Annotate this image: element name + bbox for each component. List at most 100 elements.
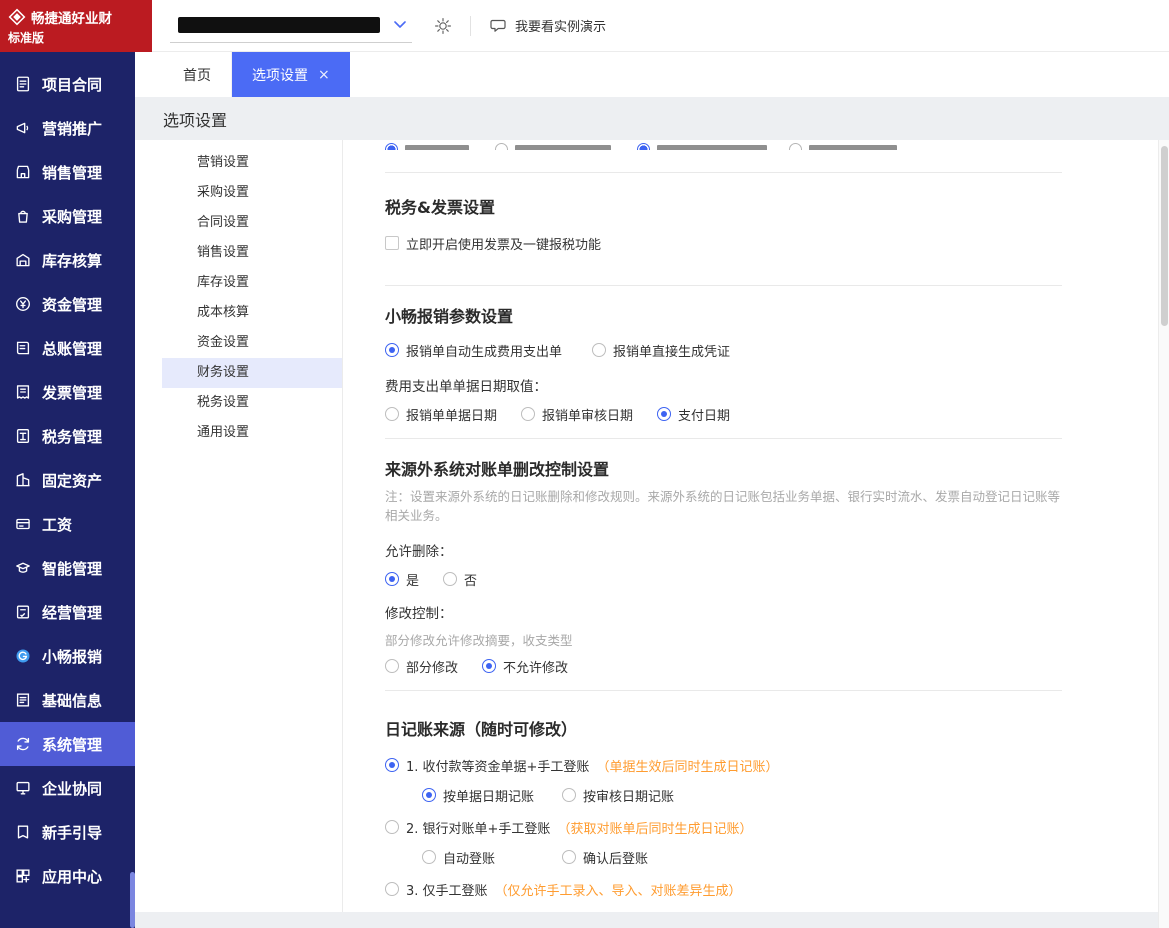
radio-auto-expense-bill[interactable]: 报销单自动生成费用支出单 xyxy=(385,341,562,360)
settings-nav-item-cost[interactable]: 成本核算 xyxy=(162,298,342,328)
settings-gear-icon[interactable] xyxy=(434,17,452,35)
sidebar-label: 营销推广 xyxy=(42,119,103,138)
sidebar-item-general-ledger[interactable]: 总账管理 xyxy=(0,326,135,370)
app-logo: 畅捷通好业财 标准版 xyxy=(0,0,152,52)
salary-card-icon xyxy=(16,518,30,530)
settings-nav-item-contract[interactable]: 合同设置 xyxy=(162,208,342,238)
settings-nav-item-general[interactable]: 通用设置 xyxy=(162,418,342,448)
radio-post-after-confirm[interactable]: 确认后登账 xyxy=(562,848,648,867)
sidebar-item-beginner-guide[interactable]: 新手引导 xyxy=(0,810,135,854)
section-divider xyxy=(385,690,1062,691)
coin-icon xyxy=(16,297,30,311)
radio-journal-option-3[interactable]: 3. 仅手工登账 （仅允许手工录入、导入、对账差异生成） xyxy=(385,880,742,899)
sidebar-scrollbar-thumb[interactable] xyxy=(130,872,135,928)
sidebar-item-app-center[interactable]: 应用中心 xyxy=(0,854,135,898)
settings-nav-item-funds[interactable]: 资金设置 xyxy=(162,328,342,358)
demo-link-label: 我要看实例演示 xyxy=(515,20,607,35)
sidebar-label: 经营管理 xyxy=(42,603,103,622)
radio-bill-date[interactable]: 报销单单据日期 xyxy=(385,405,497,424)
settings-nav-item-purchase[interactable]: 采购设置 xyxy=(162,178,342,208)
radio-journal-option-1[interactable]: 1. 收付款等资金单据+手工登账 （单据生效后同时生成日记账） xyxy=(385,756,778,775)
settings-nav-item-finance[interactable]: 财务设置 xyxy=(162,358,342,388)
journal-option-3-hint: （仅允许手工录入、导入、对账差异生成） xyxy=(494,883,742,899)
tab-home-label: 首页 xyxy=(183,67,211,84)
sidebar-item-tax-management[interactable]: 税务管理 xyxy=(0,414,135,458)
sidebar-item-sales-management[interactable]: 销售管理 xyxy=(0,150,135,194)
radio-delete-yes[interactable]: 是 xyxy=(385,570,419,589)
tab-close-icon[interactable]: × xyxy=(318,68,330,82)
sidebar-label: 智能管理 xyxy=(42,559,103,578)
warehouse-icon xyxy=(16,253,30,267)
sidebar-label: 库存核算 xyxy=(42,251,103,270)
sidebar-item-fund-management[interactable]: 资金管理 xyxy=(0,282,135,326)
journal-option-1-hint: （单据生效后同时生成日记账） xyxy=(596,759,779,775)
settings-nav: 营销设置 采购设置 合同设置 销售设置 库存设置 成本核算 资金设置 财务设置 … xyxy=(162,140,343,912)
sidebar-item-invoice-management[interactable]: 发票管理 xyxy=(0,370,135,414)
monitor-icon xyxy=(16,781,30,795)
sidebar-item-purchase-management[interactable]: 采购管理 xyxy=(0,194,135,238)
section-divider xyxy=(385,285,1062,286)
sidebar-item-payroll[interactable]: 工资 xyxy=(0,502,135,546)
sidebar-label: 应用中心 xyxy=(42,867,103,886)
contract-icon xyxy=(16,76,30,92)
sidebar-label: 基础信息 xyxy=(42,691,103,710)
sidebar-label: 工资 xyxy=(42,515,73,534)
external-ctrl-note: 注：设置来源外系统的日记账删除和修改规则。来源外系统的日记账包括业务单据、银行实… xyxy=(385,489,1061,523)
sidebar-label: 总账管理 xyxy=(42,339,103,358)
checkbox-box[interactable] xyxy=(385,236,399,250)
allow-delete-label: 允许删除： xyxy=(385,544,453,560)
tab-options-settings[interactable]: 选项设置 × xyxy=(232,52,350,97)
radio-payment-date[interactable]: 支付日期 xyxy=(657,405,730,424)
sidebar-item-system-management[interactable]: 系统管理 xyxy=(0,722,135,766)
sidebar-label: 项目合同 xyxy=(42,75,103,94)
clipped-option-row xyxy=(385,140,1062,150)
sidebar-item-basic-information[interactable]: 基础信息 xyxy=(0,678,135,722)
sidebar-label: 发票管理 xyxy=(42,383,103,402)
sidebar-item-inventory-accounting[interactable]: 库存核算 xyxy=(0,238,135,282)
bottom-strip xyxy=(135,912,1158,928)
checkbox-label: 立即开启使用发票及一键报税功能 xyxy=(406,237,602,253)
journal-option-2-hint: （获取对账单后同时生成日记账） xyxy=(557,821,753,837)
enable-invoice-tax-checkbox[interactable]: 立即开启使用发票及一键报税功能 xyxy=(385,234,601,253)
account-dropdown[interactable] xyxy=(170,9,412,43)
radio-journal-option-2[interactable]: 2. 银行对账单+手工登账 （获取对账单后同时生成日记账） xyxy=(385,818,752,837)
settings-nav-item-inventory[interactable]: 库存设置 xyxy=(162,268,342,298)
megaphone-icon xyxy=(16,122,29,134)
settings-nav-item-sales[interactable]: 销售设置 xyxy=(162,238,342,268)
radio-audit-date[interactable]: 报销单审核日期 xyxy=(521,405,633,424)
main-scrollbar-track[interactable] xyxy=(1158,140,1169,928)
sidebar-item-xiaochang-reimbursement[interactable]: 小畅报销 xyxy=(0,634,135,678)
section-title-reimburse: 小畅报销参数设置 xyxy=(385,307,514,326)
radio-no-modify[interactable]: 不允许修改 xyxy=(482,657,568,676)
radio-by-bill-date[interactable]: 按单据日期记账 xyxy=(422,786,562,805)
sidebar-item-business-management[interactable]: 经营管理 xyxy=(0,590,135,634)
radio-delete-no[interactable]: 否 xyxy=(443,570,477,589)
sidebar-item-enterprise-collaboration[interactable]: 企业协同 xyxy=(0,766,135,810)
radio-auto-post[interactable]: 自动登账 xyxy=(422,848,562,867)
sidebar-item-fixed-assets[interactable]: 固定资产 xyxy=(0,458,135,502)
settings-nav-item-marketing[interactable]: 营销设置 xyxy=(162,148,342,178)
brand-diamond-icon xyxy=(8,8,26,26)
expense-date-label: 费用支出单单据日期取值： xyxy=(385,379,547,395)
header-divider xyxy=(470,15,471,36)
tax-doc-icon xyxy=(16,429,30,443)
demo-link[interactable]: 我要看实例演示 xyxy=(489,16,606,35)
settings-nav-item-tax[interactable]: 税务设置 xyxy=(162,388,342,418)
sidebar-label: 采购管理 xyxy=(42,207,103,226)
store-icon xyxy=(16,165,30,179)
main-scrollbar-thumb[interactable] xyxy=(1161,146,1168,326)
tab-home[interactable]: 首页 xyxy=(163,52,232,97)
sidebar-item-smart-management[interactable]: 智能管理 xyxy=(0,546,135,590)
sidebar-item-project-contract[interactable]: 项目合同 xyxy=(0,62,135,106)
sidebar-label: 企业协同 xyxy=(42,779,103,798)
tab-options-label: 选项设置 xyxy=(252,67,308,84)
tab-bar: 首页 选项设置 × xyxy=(135,52,1169,97)
radio-partial-modify[interactable]: 部分修改 xyxy=(385,657,458,676)
app-window: 畅捷通好业财 标准版 我要看实例演示 首页 选项设置 × 选项设置 项目合同 营… xyxy=(0,0,1169,928)
building-icon xyxy=(16,473,30,487)
sidebar-item-marketing-promotion[interactable]: 营销推广 xyxy=(0,106,135,150)
radio-by-audit-date[interactable]: 按审核日期记账 xyxy=(562,786,674,805)
graduation-cap-icon xyxy=(16,562,30,573)
radio-direct-voucher[interactable]: 报销单直接生成凭证 xyxy=(592,341,730,360)
main-sidebar: 项目合同 营销推广 销售管理 采购管理 库存核算 资金管理 总账管理 发票管理 xyxy=(0,0,135,928)
